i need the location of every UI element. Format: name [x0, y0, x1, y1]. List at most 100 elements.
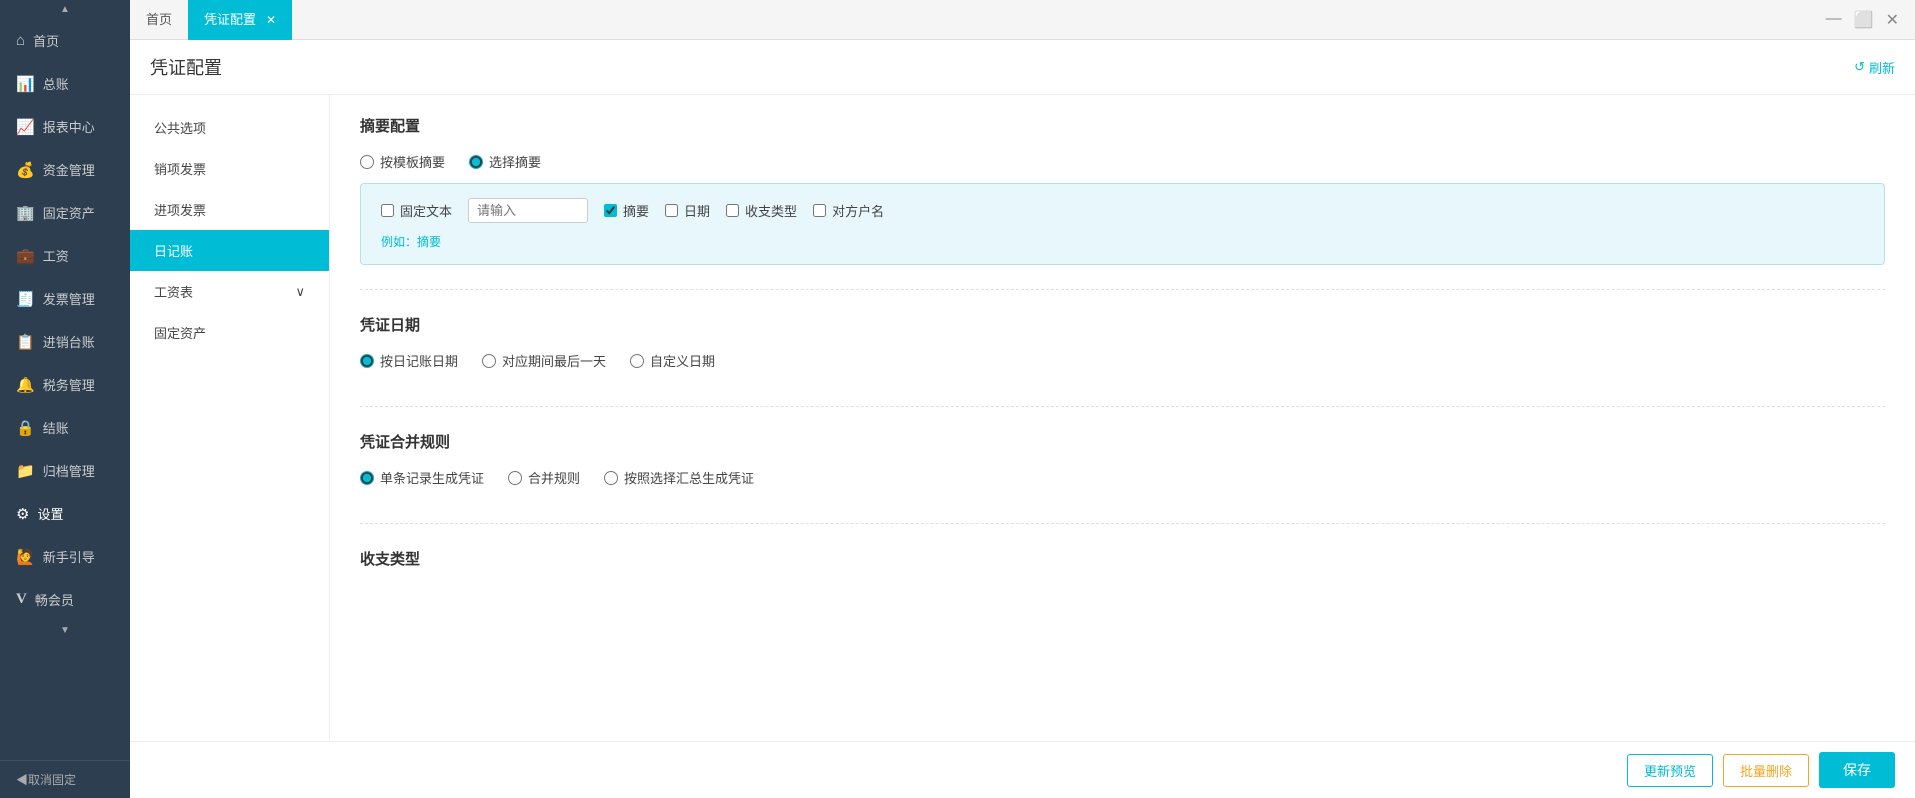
tab-bar: 首页 凭证配置 ✕ — ⬜ ✕ — [130, 0, 1915, 40]
checkbox-summary-input[interactable] — [604, 204, 617, 217]
nav-item-fixed-assets[interactable]: 固定资产 — [130, 312, 329, 353]
checkbox-date[interactable]: 日期 — [665, 201, 710, 220]
tab-close-icon[interactable]: ✕ — [266, 0, 276, 40]
checkbox-counterparty-input[interactable] — [813, 204, 826, 217]
salary-icon: 💼 — [16, 247, 35, 265]
settings-icon: ⚙ — [16, 505, 29, 523]
voucher-date-radio-group: 按日记账日期 对应期间最后一天 自定义日期 — [360, 351, 1885, 370]
save-button[interactable]: 保存 — [1819, 752, 1895, 788]
sidebar-item-settings[interactable]: ⚙ 设置 — [0, 492, 130, 535]
sidebar-item-guide[interactable]: 🙋 新手引导 — [0, 535, 130, 578]
payment-type-section: 收支类型 — [360, 548, 1885, 609]
update-preview-button[interactable]: 更新预览 — [1627, 754, 1713, 787]
close-button[interactable]: ✕ — [1886, 10, 1899, 30]
summary-config-box: 固定文本 摘要 日期 — [360, 183, 1885, 265]
batch-delete-button[interactable]: 批量删除 — [1723, 754, 1809, 787]
bottom-bar: 更新预览 批量删除 保存 — [130, 741, 1915, 798]
sidebar-scroll-down[interactable]: ▼ — [0, 621, 130, 640]
sidebar-item-tax[interactable]: 🔔 税务管理 — [0, 363, 130, 406]
tax-icon: 🔔 — [16, 376, 35, 394]
invoice-mgmt-icon: 🧾 — [16, 290, 35, 308]
sidebar-item-ledger[interactable]: 📊 总账 — [0, 62, 130, 105]
right-content: 摘要配置 按模板摘要 选择摘要 — [330, 95, 1915, 741]
sidebar-item-archive[interactable]: 📁 归档管理 — [0, 449, 130, 492]
radio-template-summary-input[interactable] — [360, 155, 374, 169]
nav-item-purchase-invoice[interactable]: 进项发票 — [130, 189, 329, 230]
reports-icon: 📈 — [16, 118, 35, 136]
nav-item-payroll[interactable]: 工资表 ∨ — [130, 271, 329, 312]
ledger-icon: 📊 — [16, 75, 35, 93]
radio-template-summary[interactable]: 按模板摘要 — [360, 152, 445, 171]
nav-item-sales-invoice[interactable]: 销项发票 — [130, 148, 329, 189]
radio-select-merge[interactable]: 按照选择汇总生成凭证 — [604, 468, 754, 487]
home-icon: ⌂ — [16, 32, 25, 49]
example-text: 例如：摘要 — [381, 233, 1864, 250]
purchase-sales-icon: 📋 — [16, 333, 35, 351]
sidebar-item-invoice-mgmt[interactable]: 🧾 发票管理 — [0, 277, 130, 320]
checkbox-payment-type[interactable]: 收支类型 — [726, 201, 797, 220]
guide-icon: 🙋 — [16, 548, 35, 566]
sidebar-item-member[interactable]: V 畅会员 — [0, 578, 130, 621]
archive-icon: 📁 — [16, 462, 35, 480]
refresh-button[interactable]: ↺ 刷新 — [1854, 58, 1895, 77]
payment-type-title: 收支类型 — [360, 548, 1885, 569]
fixed-text-input[interactable] — [468, 198, 588, 223]
refresh-icon: ↺ — [1854, 59, 1865, 75]
radio-single-input[interactable] — [360, 471, 374, 485]
voucher-date-title: 凭证日期 — [360, 314, 1885, 335]
summary-section: 摘要配置 按模板摘要 选择摘要 — [360, 115, 1885, 290]
radio-single[interactable]: 单条记录生成凭证 — [360, 468, 484, 487]
radio-merge[interactable]: 合并规则 — [508, 468, 580, 487]
radio-last-day[interactable]: 对应期间最后一天 — [482, 351, 606, 370]
sidebar-item-closing[interactable]: 🔒 结账 — [0, 406, 130, 449]
checkbox-summary[interactable]: 摘要 — [604, 201, 649, 220]
left-nav: 公共选项 销项发票 进项发票 日记账 工资表 ∨ 固定资产 — [130, 95, 330, 741]
expand-icon: ∨ — [295, 284, 305, 300]
window-controls: — ⬜ ✕ — [1826, 10, 1915, 30]
radio-merge-input[interactable] — [508, 471, 522, 485]
page-header: 凭证配置 ↺ 刷新 — [130, 40, 1915, 95]
sidebar-item-fixed-assets[interactable]: 🏢 固定资产 — [0, 191, 130, 234]
radio-select-merge-input[interactable] — [604, 471, 618, 485]
sidebar-scroll-up[interactable]: ▲ — [0, 0, 130, 19]
sidebar-item-purchase-sales[interactable]: 📋 进销台账 — [0, 320, 130, 363]
checkbox-fixed-text[interactable]: 固定文本 — [381, 201, 452, 220]
tab-home[interactable]: 首页 — [130, 0, 188, 40]
merge-rules-radio-group: 单条记录生成凭证 合并规则 按照选择汇总生成凭证 — [360, 468, 1885, 487]
checkbox-payment-type-input[interactable] — [726, 204, 739, 217]
sidebar: ▲ ⌂ 首页 📊 总账 📈 报表中心 💰 资金管理 🏢 固定资产 💼 工资 🧾 … — [0, 0, 130, 798]
page-title: 凭证配置 — [150, 54, 222, 80]
radio-journal-date-input[interactable] — [360, 354, 374, 368]
radio-custom-date-input[interactable] — [630, 354, 644, 368]
sidebar-item-home[interactable]: ⌂ 首页 — [0, 19, 130, 62]
radio-journal-date[interactable]: 按日记账日期 — [360, 351, 458, 370]
summary-radio-group: 按模板摘要 选择摘要 — [360, 152, 1885, 171]
sidebar-item-reports[interactable]: 📈 报表中心 — [0, 105, 130, 148]
member-icon: V — [16, 591, 27, 608]
page-content: 凭证配置 ↺ 刷新 公共选项 销项发票 进项发票 日记账 — [130, 40, 1915, 798]
sidebar-item-funds[interactable]: 💰 资金管理 — [0, 148, 130, 191]
maximize-button[interactable]: ⬜ — [1854, 10, 1874, 30]
nav-item-journal[interactable]: 日记账 — [130, 230, 329, 271]
radio-custom-date[interactable]: 自定义日期 — [630, 351, 715, 370]
nav-item-public[interactable]: 公共选项 — [130, 107, 329, 148]
checkbox-counterparty[interactable]: 对方户名 — [813, 201, 884, 220]
radio-select-summary[interactable]: 选择摘要 — [469, 152, 541, 171]
sidebar-unpin-button[interactable]: ◀取消固定 — [0, 760, 130, 798]
minimize-button[interactable]: — — [1826, 10, 1842, 30]
summary-checkbox-row: 固定文本 摘要 日期 — [381, 198, 1864, 223]
checkbox-fixed-text-input[interactable] — [381, 204, 394, 217]
radio-select-summary-input[interactable] — [469, 155, 483, 169]
merge-rules-title: 凭证合并规则 — [360, 431, 1885, 452]
sidebar-item-salary[interactable]: 💼 工资 — [0, 234, 130, 277]
radio-last-day-input[interactable] — [482, 354, 496, 368]
fixed-assets-icon: 🏢 — [16, 204, 35, 222]
body-area: 公共选项 销项发票 进项发票 日记账 工资表 ∨ 固定资产 — [130, 95, 1915, 741]
closing-icon: 🔒 — [16, 419, 35, 437]
checkbox-date-input[interactable] — [665, 204, 678, 217]
funds-icon: 💰 — [16, 161, 35, 179]
merge-rules-section: 凭证合并规则 单条记录生成凭证 合并规则 按照选择汇总生成凭证 — [360, 431, 1885, 524]
tab-voucher-config[interactable]: 凭证配置 ✕ — [188, 0, 292, 40]
main-area: 首页 凭证配置 ✕ — ⬜ ✕ 凭证配置 ↺ 刷新 公共选项 — [130, 0, 1915, 798]
voucher-date-section: 凭证日期 按日记账日期 对应期间最后一天 自定义日期 — [360, 314, 1885, 407]
